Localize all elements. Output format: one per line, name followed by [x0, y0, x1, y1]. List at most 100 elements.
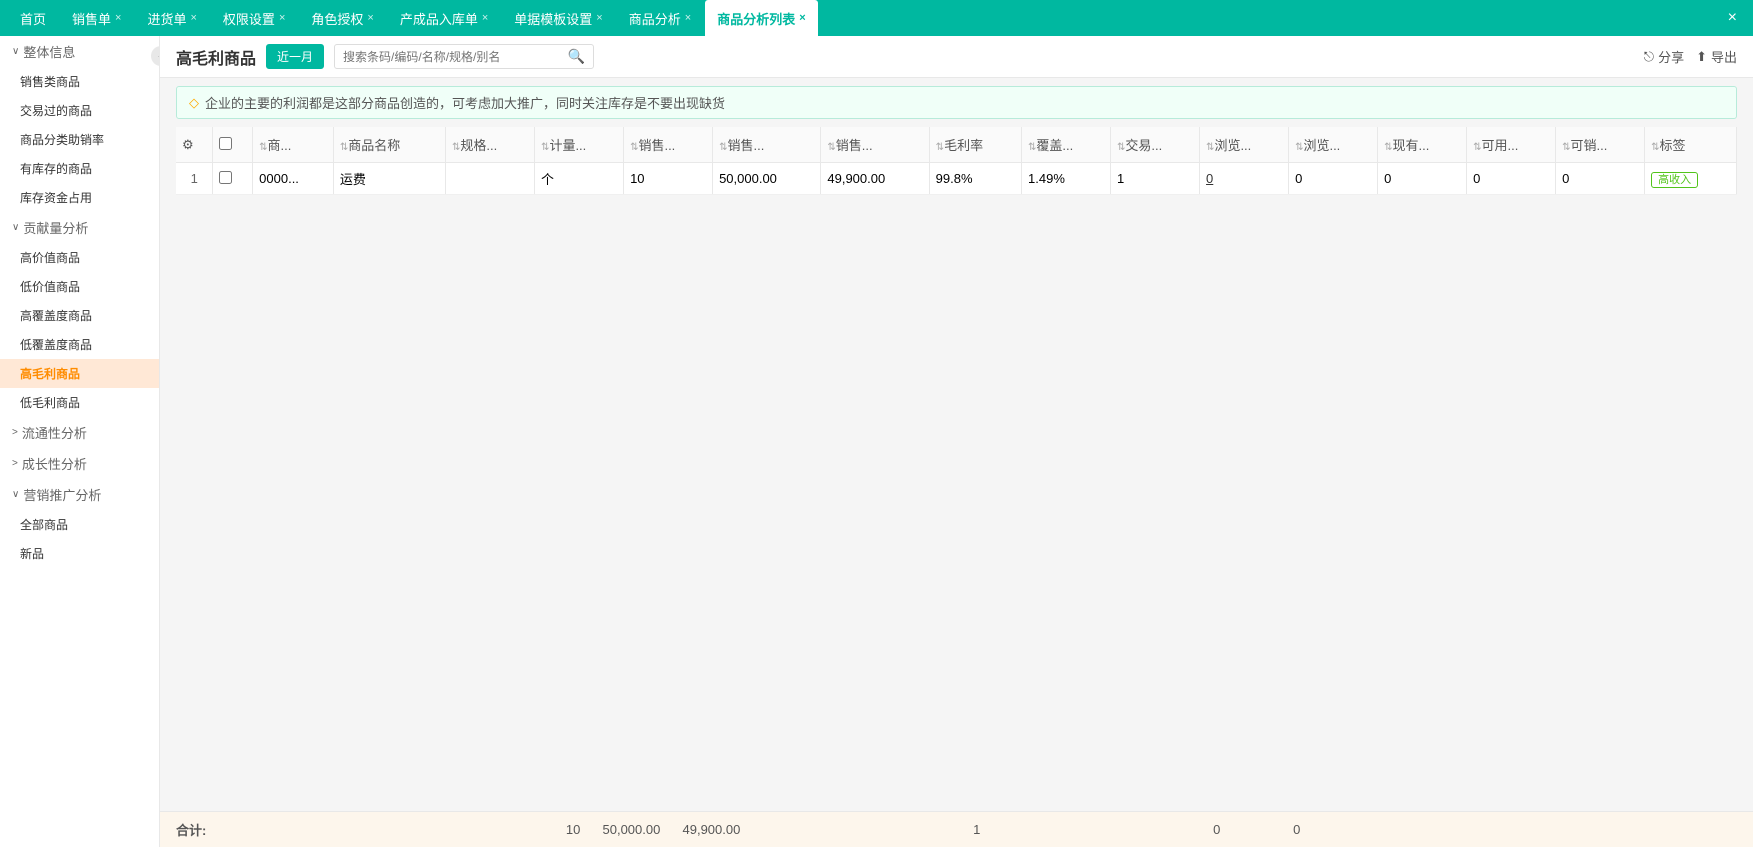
- footer-total-bar: 合计: 10 50,000.00 49,900.00 1 0 0: [160, 811, 1753, 847]
- page-title: 高毛利商品: [176, 45, 256, 69]
- group-title-label: 整体信息: [23, 42, 75, 61]
- sidebar-item-库存资金占用[interactable]: 库存资金占用: [0, 183, 159, 212]
- nav-item-产成品入库单[interactable]: 产成品入库单 ×: [388, 0, 500, 36]
- sidebar-group-营销推广分析[interactable]: ∨ 营销推广分析: [0, 479, 159, 510]
- col-header-gross_margin[interactable]: ⇅毛利率: [929, 127, 1021, 163]
- col-header-sales_qty[interactable]: ⇅销售...: [624, 127, 713, 163]
- select-all-checkbox[interactable]: [219, 137, 232, 150]
- col-header-name[interactable]: ⇅商品名称: [333, 127, 445, 163]
- row-checkbox-input[interactable]: [219, 171, 232, 184]
- nav-item-销售单[interactable]: 销售单 ×: [60, 0, 133, 36]
- sidebar-item-低覆盖度商品[interactable]: 低覆盖度商品: [0, 330, 159, 359]
- col-header-current_stock[interactable]: ⇅现有...: [1378, 127, 1467, 163]
- footer-sales-profit: 49,900.00: [666, 822, 746, 837]
- view1-link[interactable]: 0: [1206, 171, 1213, 186]
- nav-item-商品分析列表[interactable]: 商品分析列表 ×: [705, 0, 817, 36]
- sidebar-group-成长性分析[interactable]: >成长性分析: [0, 448, 159, 479]
- cell-current-stock: 0: [1378, 163, 1467, 195]
- col-header-view1[interactable]: ⇅浏览...: [1200, 127, 1289, 163]
- group-arrow-icon: ∨: [12, 489, 19, 500]
- sidebar-item-高毛利商品[interactable]: 高毛利商品: [0, 359, 159, 388]
- filter-recent-month-button[interactable]: 近一月: [266, 44, 324, 69]
- export-label: 导出: [1711, 47, 1737, 66]
- sidebar-item-高价值商品[interactable]: 高价值商品: [0, 243, 159, 272]
- cell-view1: 0: [1200, 163, 1289, 195]
- sidebar-item-商品分类助销率[interactable]: 商品分类助销率: [0, 125, 159, 154]
- sidebar-group-整体信息[interactable]: ∨ 整体信息: [0, 36, 159, 67]
- cell-tag: 高收入: [1645, 163, 1737, 195]
- sidebar-item-低价值商品[interactable]: 低价值商品: [0, 272, 159, 301]
- nav-close-icon[interactable]: ×: [596, 12, 602, 24]
- group-title-label: 营销推广分析: [23, 485, 101, 504]
- sidebar-item-销售类商品[interactable]: 销售类商品: [0, 67, 159, 96]
- banner-text: 企业的主要的利润都是这部分商品创造的，可考虑加大推广，同时关注库存是不要出现缺货: [205, 93, 725, 112]
- nav-close-icon[interactable]: ×: [115, 12, 121, 24]
- nav-item-首页[interactable]: 首页: [8, 0, 58, 36]
- col-header-coverage[interactable]: ⇅覆盖...: [1022, 127, 1111, 163]
- cell-row-checkbox[interactable]: [213, 163, 253, 195]
- nav-item-权限设置[interactable]: 权限设置 ×: [211, 0, 297, 36]
- main-layout: « ∨整体信息销售类商品交易过的商品商品分类助销率有库存的商品库存资金占用∨贡献…: [0, 36, 1753, 847]
- col-header-view2[interactable]: ⇅浏览...: [1289, 127, 1378, 163]
- search-box: 🔍: [334, 44, 594, 69]
- info-banner: ◇ 企业的主要的利润都是这部分商品创造的，可考虑加大推广，同时关注库存是不要出现…: [176, 86, 1737, 119]
- nav-item-单据模板设置[interactable]: 单据模板设置 ×: [502, 0, 614, 36]
- sidebar-item-全部商品[interactable]: 全部商品: [0, 510, 159, 539]
- col-header-available[interactable]: ⇅可用...: [1467, 127, 1556, 163]
- col-header-settings[interactable]: ⚙: [176, 127, 213, 163]
- cell-sales-amount: 50,000.00: [713, 163, 821, 195]
- group-arrow-icon: >: [12, 427, 18, 438]
- col-header-trade_count[interactable]: ⇅交易...: [1111, 127, 1200, 163]
- cell-sales-qty: 10: [624, 163, 713, 195]
- footer-available: 0: [1226, 822, 1306, 837]
- nav-close-icon[interactable]: ×: [279, 12, 285, 24]
- header-actions: ⎋ 分享 ⬆ 导出: [1644, 47, 1737, 66]
- cell-gross-margin: 99.8%: [929, 163, 1021, 195]
- group-title-label: 流通性分析: [22, 423, 87, 442]
- sidebar-item-低毛利商品[interactable]: 低毛利商品: [0, 388, 159, 417]
- cell-available: 0: [1467, 163, 1556, 195]
- nav-close-icon[interactable]: ×: [367, 12, 373, 24]
- col-header-checkbox[interactable]: [213, 127, 253, 163]
- search-icon[interactable]: 🔍: [568, 48, 585, 65]
- group-title-label: 成长性分析: [22, 454, 87, 473]
- col-header-spec[interactable]: ⇅规格...: [446, 127, 535, 163]
- search-input[interactable]: [343, 50, 568, 64]
- cell-view2: 0: [1289, 163, 1378, 195]
- group-arrow-icon: ∨: [12, 46, 19, 57]
- group-title-label: 贡献量分析: [23, 218, 88, 237]
- footer-label: 合计:: [176, 820, 206, 839]
- nav-close-icon[interactable]: ×: [685, 12, 691, 24]
- col-header-sales_profit[interactable]: ⇅销售...: [821, 127, 929, 163]
- settings-icon[interactable]: ⚙: [182, 137, 194, 152]
- cell-product-name: 运费: [333, 163, 445, 195]
- sidebar-item-交易过的商品[interactable]: 交易过的商品: [0, 96, 159, 125]
- col-header-saleable[interactable]: ⇅可销...: [1556, 127, 1645, 163]
- sidebar-item-新品[interactable]: 新品: [0, 539, 159, 568]
- cell-saleable: 0: [1556, 163, 1645, 195]
- col-header-code[interactable]: ⇅商...: [253, 127, 334, 163]
- nav-close-icon[interactable]: ×: [482, 12, 488, 24]
- col-header-unit[interactable]: ⇅计量...: [535, 127, 624, 163]
- export-button[interactable]: ⬆ 导出: [1696, 47, 1737, 66]
- col-header-tag[interactable]: ⇅标签: [1645, 127, 1737, 163]
- data-table: ⚙⇅商...⇅商品名称⇅规格...⇅计量...⇅销售...⇅销售...⇅销售..…: [176, 127, 1737, 195]
- nav-item-角色授权[interactable]: 角色授权 ×: [299, 0, 385, 36]
- close-all-tabs-button[interactable]: ×: [1720, 9, 1745, 27]
- nav-close-icon[interactable]: ×: [190, 12, 196, 24]
- sidebar: « ∨整体信息销售类商品交易过的商品商品分类助销率有库存的商品库存资金占用∨贡献…: [0, 36, 160, 847]
- nav-item-进货单[interactable]: 进货单 ×: [135, 0, 208, 36]
- nav-close-icon[interactable]: ×: [799, 12, 805, 24]
- cell-sales-profit: 49,900.00: [821, 163, 929, 195]
- cell-row-number: 1: [176, 163, 213, 195]
- sidebar-item-高覆盖度商品[interactable]: 高覆盖度商品: [0, 301, 159, 330]
- col-header-sales_amount[interactable]: ⇅销售...: [713, 127, 821, 163]
- footer-current-stock: 0: [1146, 822, 1226, 837]
- data-table-container[interactable]: ⚙⇅商...⇅商品名称⇅规格...⇅计量...⇅销售...⇅销售...⇅销售..…: [176, 127, 1737, 811]
- export-icon: ⬆: [1696, 49, 1707, 65]
- sidebar-item-有库存的商品[interactable]: 有库存的商品: [0, 154, 159, 183]
- sidebar-group-流通性分析[interactable]: > 流通性分析: [0, 417, 159, 448]
- sidebar-group-贡献量分析[interactable]: ∨贡献量分析: [0, 212, 159, 243]
- nav-item-商品分析[interactable]: 商品分析 ×: [617, 0, 703, 36]
- share-button[interactable]: ⎋ 分享: [1644, 47, 1684, 66]
